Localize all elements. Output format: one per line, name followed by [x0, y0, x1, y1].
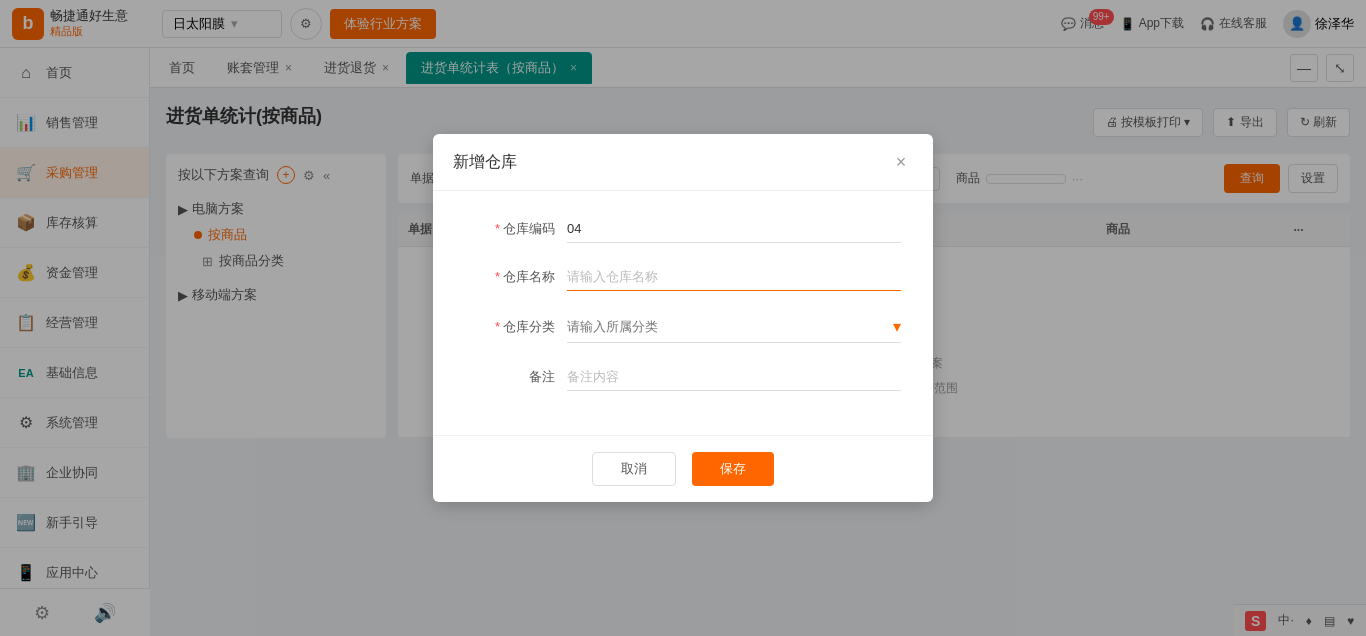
category-label: 仓库分类	[465, 318, 555, 336]
modal-body: 仓库编码 仓库名称 仓库分类 ▾ 备注	[433, 191, 933, 435]
modal-overlay[interactable]: 新增仓库 × 仓库编码 仓库名称 仓库分类 ▾	[0, 0, 1366, 636]
form-row-code: 仓库编码	[465, 215, 901, 243]
modal-new-warehouse: 新增仓库 × 仓库编码 仓库名称 仓库分类 ▾	[433, 134, 933, 502]
form-row-category: 仓库分类 ▾	[465, 311, 901, 343]
category-select[interactable]: ▾	[567, 311, 901, 343]
name-label: 仓库名称	[465, 268, 555, 286]
cancel-button[interactable]: 取消	[592, 452, 676, 486]
modal-header: 新增仓库 ×	[433, 134, 933, 191]
save-button[interactable]: 保存	[692, 452, 774, 486]
name-input[interactable]	[567, 263, 901, 291]
dropdown-arrow-icon: ▾	[893, 317, 901, 336]
modal-footer: 取消 保存	[433, 435, 933, 502]
form-row-note: 备注	[465, 363, 901, 391]
form-row-name: 仓库名称	[465, 263, 901, 291]
code-input[interactable]	[567, 215, 901, 243]
category-input[interactable]	[567, 319, 893, 334]
modal-close-button[interactable]: ×	[889, 150, 913, 174]
modal-title: 新增仓库	[453, 152, 517, 173]
code-label: 仓库编码	[465, 220, 555, 238]
note-label: 备注	[465, 368, 555, 386]
note-input[interactable]	[567, 363, 901, 391]
